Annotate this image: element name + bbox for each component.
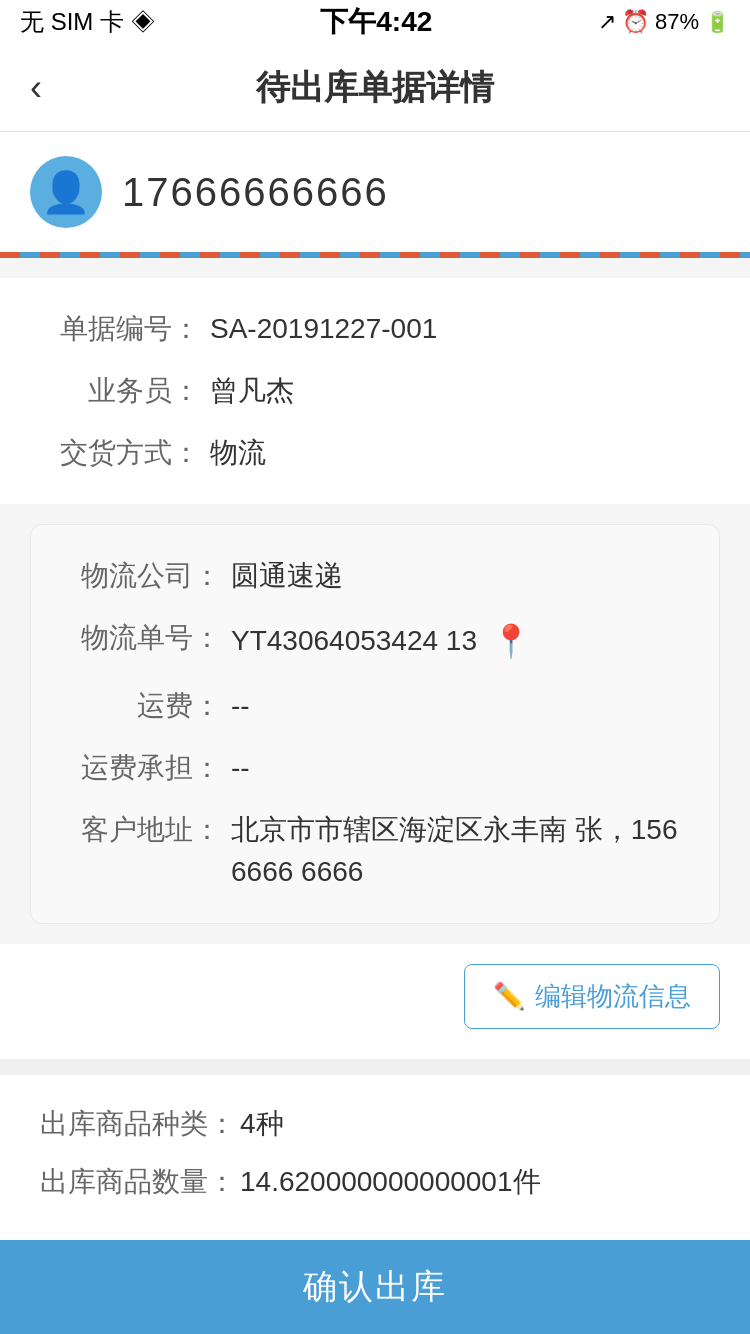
logistics-company-row: 物流公司： 圆通速递 [61, 555, 689, 597]
status-right: ↗ ⏰ 87% 🔋 [598, 9, 730, 35]
freight-bear-label: 运费承担： [61, 747, 221, 789]
salesman-value: 曾凡杰 [210, 370, 710, 412]
battery-text: 87% [655, 9, 699, 35]
product-stats-section: 出库商品种类： 4种 出库商品数量： 14.620000000000001件 [0, 1075, 750, 1231]
delivery-row: 交货方式： 物流 [40, 432, 710, 474]
doc-number-value: SA-20191227-001 [210, 308, 710, 350]
logistics-company-label: 物流公司： [61, 555, 221, 597]
edit-icon: ✏️ [493, 981, 525, 1012]
edit-btn-wrap: ✏️ 编辑物流信息 [0, 944, 750, 1059]
delivery-value: 物流 [210, 432, 710, 474]
tracking-number: YT43064053424 13 [231, 620, 477, 662]
delivery-label: 交货方式： [40, 432, 200, 474]
freight-value: -- [231, 685, 689, 727]
product-quantity-value: 14.620000000000001件 [240, 1163, 541, 1201]
product-quantity-row: 出库商品数量： 14.620000000000001件 [40, 1163, 710, 1201]
sim-wifi-text: 无 SIM 卡 ◈ [20, 6, 155, 38]
battery-icon: 🔋 [705, 10, 730, 34]
logistics-company-value: 圆通速递 [231, 555, 689, 597]
address-label: 客户地址： [61, 809, 221, 851]
logistics-tracking-row: 物流单号： YT43064053424 13 📍 [61, 617, 689, 665]
freight-row: 运费： -- [61, 685, 689, 727]
page-title: 待出库单据详情 [256, 65, 494, 111]
avatar: 👤 [30, 156, 102, 228]
dashed-divider [0, 252, 750, 258]
product-types-row: 出库商品种类： 4种 [40, 1105, 710, 1143]
back-button[interactable]: ‹ [30, 67, 42, 109]
salesman-row: 业务员： 曾凡杰 [40, 370, 710, 412]
address-value: 北京市市辖区海淀区永丰南 张，156 6666 6666 [231, 809, 689, 893]
status-bar: 无 SIM 卡 ◈ 下午4:42 ↗ ⏰ 87% 🔋 [0, 0, 750, 44]
alarm-icon: ⏰ [622, 9, 649, 35]
confirm-outbound-button[interactable]: 确认出库 [303, 1264, 447, 1310]
basic-info-section: 单据编号： SA-20191227-001 业务员： 曾凡杰 交货方式： 物流 [0, 278, 750, 504]
status-time: 下午4:42 [320, 3, 432, 41]
product-quantity-label: 出库商品数量： [40, 1163, 240, 1201]
phone-header: 👤 17666666666 [0, 132, 750, 252]
nav-bar: ‹ 待出库单据详情 [0, 44, 750, 132]
confirm-btn-wrap: 确认出库 [0, 1240, 750, 1334]
freight-label: 运费： [61, 685, 221, 727]
edit-logistics-button[interactable]: ✏️ 编辑物流信息 [464, 964, 720, 1029]
user-icon: 👤 [41, 169, 91, 216]
freight-bear-row: 运费承担： -- [61, 747, 689, 789]
logistics-tracking-label: 物流单号： [61, 617, 221, 659]
tracking-location-icon[interactable]: 📍 [491, 617, 531, 665]
edit-logistics-label: 编辑物流信息 [535, 979, 691, 1014]
status-left: 无 SIM 卡 ◈ [20, 6, 155, 38]
logistics-tracking-value: YT43064053424 13 📍 [231, 617, 689, 665]
phone-number: 17666666666 [122, 170, 389, 215]
salesman-label: 业务员： [40, 370, 200, 412]
doc-number-row: 单据编号： SA-20191227-001 [40, 308, 710, 350]
location-icon: ↗ [598, 9, 616, 35]
product-types-value: 4种 [240, 1105, 284, 1143]
product-types-label: 出库商品种类： [40, 1105, 240, 1143]
doc-number-label: 单据编号： [40, 308, 200, 350]
logistics-card: 物流公司： 圆通速递 物流单号： YT43064053424 13 📍 运费： … [30, 524, 720, 924]
freight-bear-value: -- [231, 747, 689, 789]
section-divider [0, 1059, 750, 1075]
address-row: 客户地址： 北京市市辖区海淀区永丰南 张，156 6666 6666 [61, 809, 689, 893]
